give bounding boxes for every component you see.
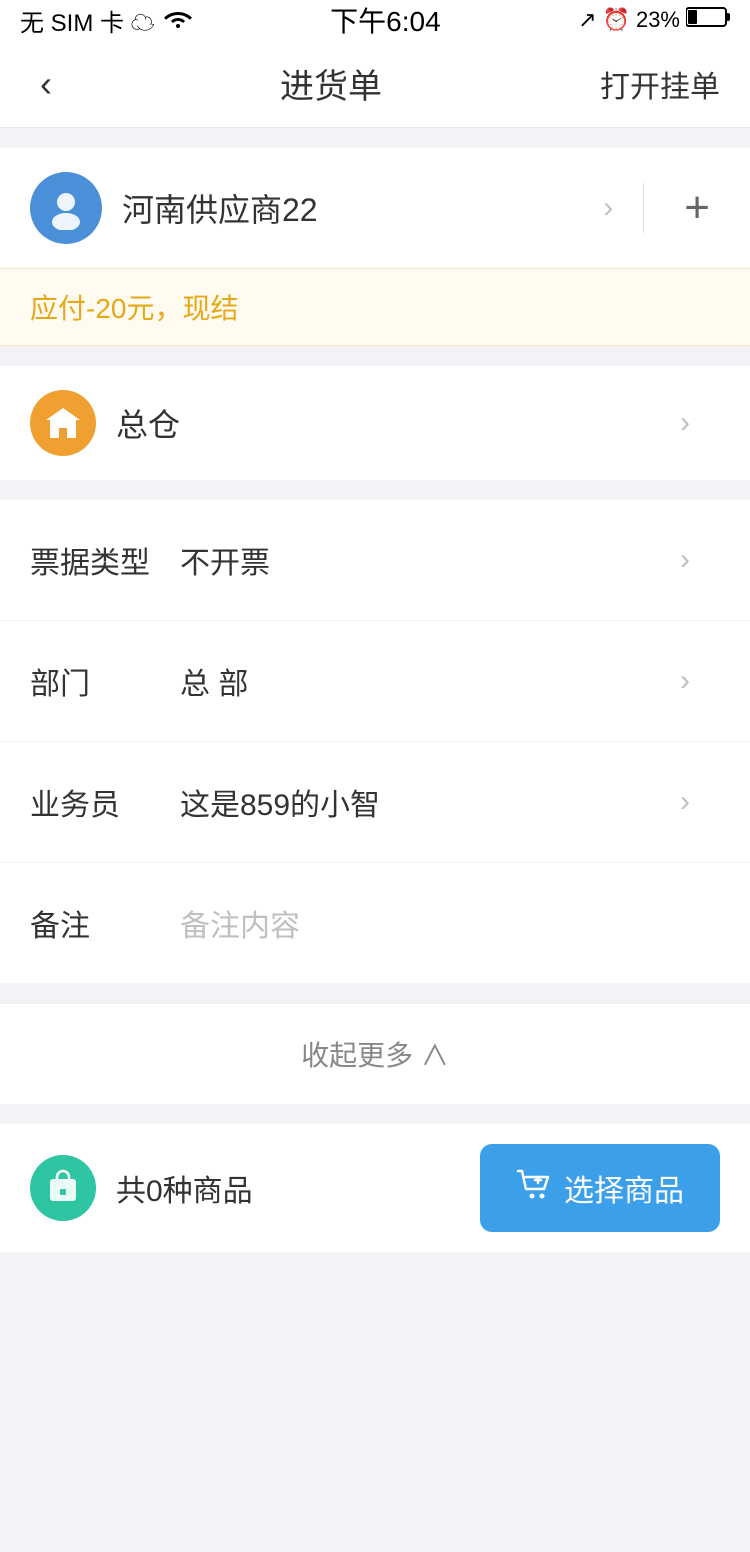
invoice-value: 不开票 <box>180 538 680 582</box>
divider <box>643 183 644 233</box>
collapse-button[interactable]: 收起更多 ∧ <box>0 1003 750 1104</box>
remark-label: 备注 <box>30 901 180 945</box>
sales-label: 业务员 <box>30 780 180 824</box>
warehouse-icon <box>30 390 96 456</box>
product-count: 共0种商品 <box>116 1166 480 1210</box>
signal-text: 无 SIM 卡 ☁ <box>20 3 155 38</box>
supplier-avatar <box>30 172 102 244</box>
nav-bar: ‹ 进货单 打开挂单 <box>0 40 750 128</box>
content: 河南供应商22 › + 应付-20元，现结 总仓 › 票据类型 不开票 › 部门 <box>0 128 750 1552</box>
location-icon: ↗ <box>578 7 596 33</box>
remark-input[interactable]: 备注内容 <box>180 901 720 945</box>
warehouse-name: 总仓 <box>116 400 680 446</box>
gap1 <box>0 128 750 148</box>
form-section: 票据类型 不开票 › 部门 总 部 › 业务员 这是859的小智 › 备注 备注… <box>0 500 750 983</box>
supplier-card: 河南供应商22 › + 应付-20元，现结 <box>0 148 750 346</box>
sales-row[interactable]: 业务员 这是859的小智 › <box>0 742 750 863</box>
page-title: 进货单 <box>280 59 382 108</box>
wifi-icon <box>163 6 193 35</box>
sales-value: 这是859的小智 <box>180 780 680 824</box>
sales-chevron-icon: › <box>680 785 690 819</box>
invoice-row[interactable]: 票据类型 不开票 › <box>0 500 750 621</box>
notice-bar: 应付-20元，现结 <box>0 268 750 346</box>
back-button[interactable]: ‹ <box>30 53 62 115</box>
supplier-chevron-icon: › <box>603 191 613 225</box>
dept-label: 部门 <box>30 659 180 703</box>
supplier-row[interactable]: 河南供应商22 › + <box>0 148 750 268</box>
battery-text: 23% <box>636 7 680 33</box>
warehouse-chevron-icon: › <box>680 406 690 440</box>
dept-value: 总 部 <box>180 659 680 703</box>
select-product-button[interactable]: 选择商品 <box>480 1144 720 1232</box>
status-time: 下午6:04 <box>330 0 441 40</box>
cart-icon <box>516 1169 552 1207</box>
supplier-name: 河南供应商22 <box>122 185 603 231</box>
bottom-bar: 共0种商品 选择商品 <box>0 1124 750 1252</box>
add-supplier-button[interactable]: + <box>674 183 720 233</box>
remark-row[interactable]: 备注 备注内容 <box>0 863 750 983</box>
dept-chevron-icon: › <box>680 664 690 698</box>
open-pending-button[interactable]: 打开挂单 <box>600 62 720 106</box>
status-right: ↗ ⏰ 23% <box>578 6 730 34</box>
invoice-chevron-icon: › <box>680 543 690 577</box>
select-product-label: 选择商品 <box>564 1166 684 1210</box>
gray-area <box>0 1252 750 1552</box>
battery-icon <box>686 6 730 34</box>
status-left: 无 SIM 卡 ☁ <box>20 3 193 38</box>
warehouse-row[interactable]: 总仓 › <box>0 366 750 480</box>
dept-row[interactable]: 部门 总 部 › <box>0 621 750 742</box>
alarm-icon: ⏰ <box>603 7 630 33</box>
product-icon <box>30 1155 96 1221</box>
invoice-label: 票据类型 <box>30 538 180 582</box>
status-bar: 无 SIM 卡 ☁ 下午6:04 ↗ ⏰ 23% <box>0 0 750 40</box>
